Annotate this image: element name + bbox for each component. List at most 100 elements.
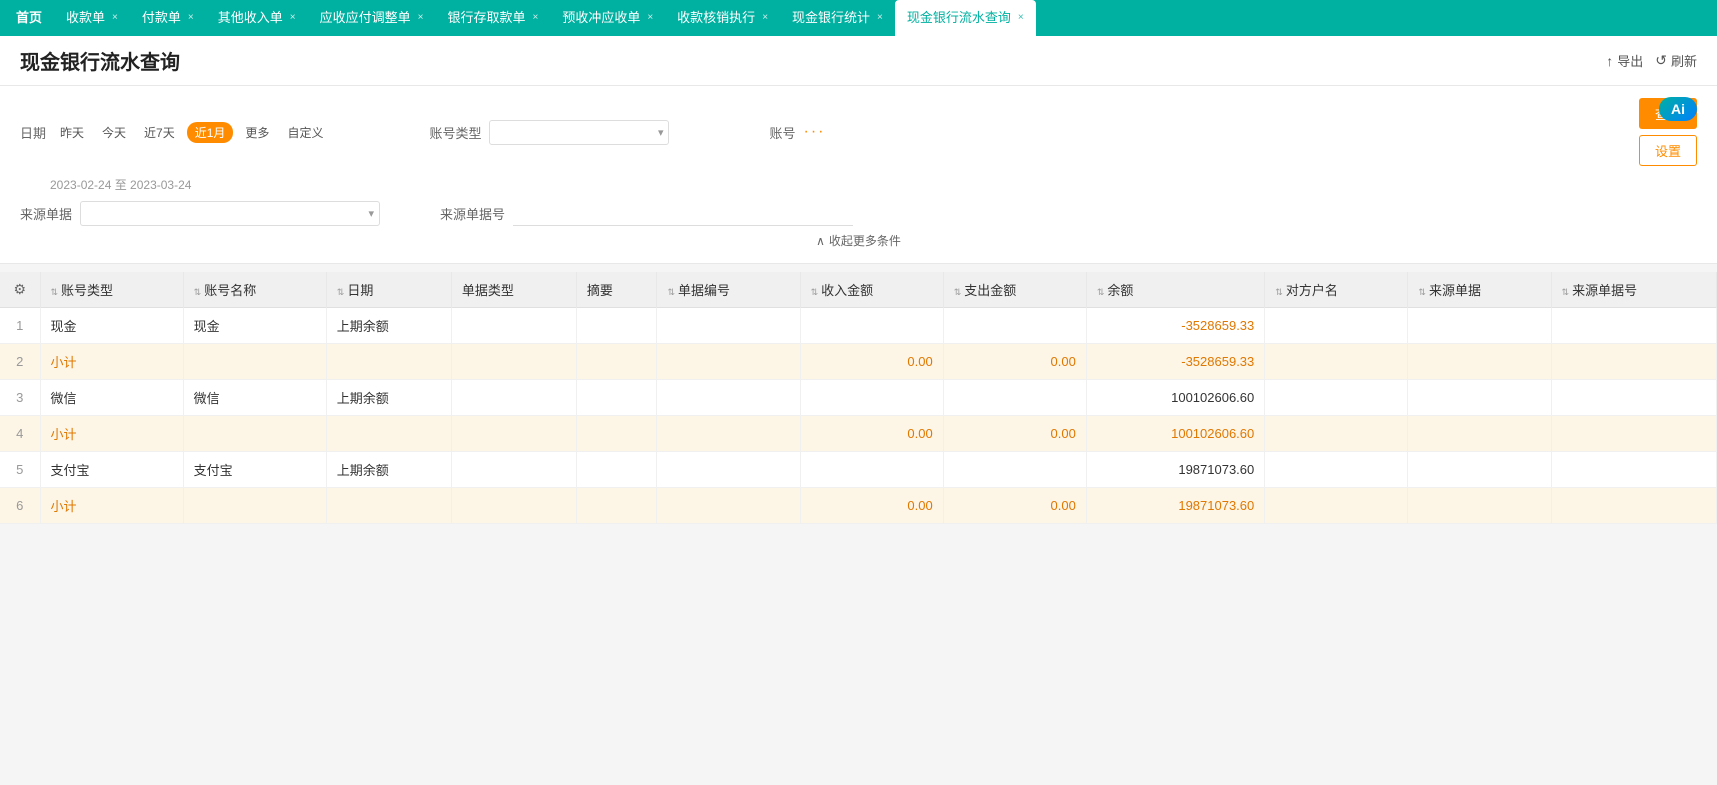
close-icon[interactable]: ×	[290, 0, 296, 36]
nav-tab-liushui[interactable]: 现金银行流水查询 ×	[895, 0, 1036, 36]
cell-doc-no	[657, 488, 800, 524]
close-icon[interactable]: ×	[647, 0, 653, 36]
table-row: 2 小计 0.00 0.00 -3528659.33	[0, 344, 1717, 380]
date-shortcuts: 昨天 今天 近7天 近1月 更多 自定义	[54, 122, 329, 143]
cell-balance: 19871073.60	[1086, 488, 1264, 524]
nav-home[interactable]: 首页	[4, 0, 54, 36]
cell-source-doc-no	[1551, 308, 1716, 344]
cell-income	[800, 452, 943, 488]
source-doc-label: 来源单据	[20, 204, 72, 223]
table-row: 5 支付宝 支付宝 上期余额 19871073.60	[0, 452, 1717, 488]
cell-summary	[576, 380, 657, 416]
cell-no: 5	[0, 452, 40, 488]
close-icon[interactable]: ×	[762, 0, 768, 36]
cell-doc-type	[451, 452, 576, 488]
date-btn-today[interactable]: 今天	[96, 122, 132, 143]
cell-source-doc-no	[1551, 416, 1716, 452]
cell-doc-no	[657, 308, 800, 344]
col-source-doc-no[interactable]: ⇅来源单据号	[1551, 272, 1716, 308]
date-btn-7days[interactable]: 近7天	[138, 122, 181, 143]
date-filter: 日期 昨天 今天 近7天 近1月 更多 自定义	[20, 122, 329, 143]
close-icon[interactable]: ×	[188, 0, 194, 36]
cell-doc-no	[657, 416, 800, 452]
collapse-bar[interactable]: ∧ 收起更多条件	[20, 226, 1697, 251]
source-doc-no-filter: 来源单据号	[440, 202, 853, 226]
date-label: 日期	[20, 123, 46, 142]
col-source-doc[interactable]: ⇅来源单据	[1408, 272, 1551, 308]
date-btn-1month[interactable]: 近1月	[187, 122, 234, 143]
cell-income: 0.00	[800, 488, 943, 524]
col-balance[interactable]: ⇅余额	[1086, 272, 1264, 308]
source-doc-filter: 来源单据 ▾	[20, 201, 380, 226]
cell-source-doc-no	[1551, 380, 1716, 416]
cell-expense: 0.00	[943, 344, 1086, 380]
col-counterpart[interactable]: ⇅对方户名	[1265, 272, 1408, 308]
nav-tab-tiaozheng[interactable]: 应收应付调整单 ×	[308, 0, 436, 36]
nav-tab-hexiao[interactable]: 收款核销执行 ×	[665, 0, 780, 36]
cell-expense	[943, 308, 1086, 344]
close-icon[interactable]: ×	[877, 0, 883, 36]
cell-account-type: 现金	[40, 308, 183, 344]
source-doc-no-input[interactable]	[513, 202, 853, 226]
cell-counterpart	[1265, 380, 1408, 416]
cell-account-name	[183, 416, 326, 452]
close-icon[interactable]: ×	[112, 0, 118, 36]
cell-counterpart	[1265, 308, 1408, 344]
export-icon: ↑	[1606, 53, 1613, 69]
cell-income: 0.00	[800, 416, 943, 452]
gear-icon: ⚙	[13, 281, 26, 297]
account-type-select-wrapper: 现金 微信 支付宝 ▾	[489, 120, 669, 145]
cell-no: 1	[0, 308, 40, 344]
cell-income	[800, 380, 943, 416]
cell-summary	[576, 452, 657, 488]
col-doc-type[interactable]: 单据类型	[451, 272, 576, 308]
close-icon[interactable]: ×	[1018, 0, 1024, 36]
col-settings[interactable]: ⚙	[0, 272, 40, 308]
settings-button[interactable]: 设置	[1639, 135, 1697, 166]
cell-source-doc	[1408, 308, 1551, 344]
table-row: 3 微信 微信 上期余额 100102606.60	[0, 380, 1717, 416]
close-icon[interactable]: ×	[532, 0, 538, 36]
cell-counterpart	[1265, 488, 1408, 524]
col-income[interactable]: ⇅收入金额	[800, 272, 943, 308]
nav-tab-yinhangcunqu[interactable]: 银行存取款单 ×	[435, 0, 550, 36]
cell-source-doc	[1408, 344, 1551, 380]
source-doc-select-wrapper: ▾	[80, 201, 380, 226]
export-button[interactable]: ↑ 导出	[1606, 51, 1643, 70]
cell-account-name: 微信	[183, 380, 326, 416]
date-btn-more[interactable]: 更多	[239, 122, 275, 143]
cell-doc-type	[451, 416, 576, 452]
nav-tab-shoukuan[interactable]: 收款单 ×	[54, 0, 130, 36]
table-header-row: ⚙ ⇅账号类型 ⇅账号名称 ⇅日期 单据类型 摘要 ⇅单据编号 ⇅收入金额 ⇅支…	[0, 272, 1717, 308]
col-account-name[interactable]: ⇅账号名称	[183, 272, 326, 308]
ai-badge[interactable]: Ai	[1659, 97, 1697, 121]
top-nav: 首页 收款单 × 付款单 × 其他收入单 × 应收应付调整单 × 银行存取款单 …	[0, 0, 1717, 36]
date-btn-custom[interactable]: 自定义	[281, 122, 329, 143]
nav-tab-yushou[interactable]: 预收冲应收单 ×	[550, 0, 665, 36]
col-date[interactable]: ⇅日期	[326, 272, 451, 308]
col-expense[interactable]: ⇅支出金额	[943, 272, 1086, 308]
col-doc-no[interactable]: ⇅单据编号	[657, 272, 800, 308]
nav-tab-fukuan[interactable]: 付款单 ×	[130, 0, 206, 36]
nav-tab-qitashouru[interactable]: 其他收入单 ×	[206, 0, 308, 36]
refresh-button[interactable]: ↺ 刷新	[1655, 51, 1697, 70]
cell-doc-no	[657, 452, 800, 488]
cell-doc-type	[451, 380, 576, 416]
more-dots[interactable]: ···	[803, 123, 825, 141]
col-account-type[interactable]: ⇅账号类型	[40, 272, 183, 308]
close-icon[interactable]: ×	[418, 0, 424, 36]
account-filter: 账号 ···	[769, 123, 825, 142]
cell-expense: 0.00	[943, 416, 1086, 452]
cell-summary	[576, 488, 657, 524]
table-row: 6 小计 0.00 0.00 19871073.60	[0, 488, 1717, 524]
cell-counterpart	[1265, 416, 1408, 452]
source-doc-select[interactable]	[80, 201, 380, 226]
cell-source-doc	[1408, 416, 1551, 452]
page-title: 现金银行流水查询	[20, 46, 180, 75]
nav-tab-tongji[interactable]: 现金银行统计 ×	[780, 0, 895, 36]
date-btn-yesterday[interactable]: 昨天	[54, 122, 90, 143]
col-summary[interactable]: 摘要	[576, 272, 657, 308]
account-type-select[interactable]: 现金 微信 支付宝	[489, 120, 669, 145]
cell-counterpart	[1265, 344, 1408, 380]
cell-account-type: 支付宝	[40, 452, 183, 488]
